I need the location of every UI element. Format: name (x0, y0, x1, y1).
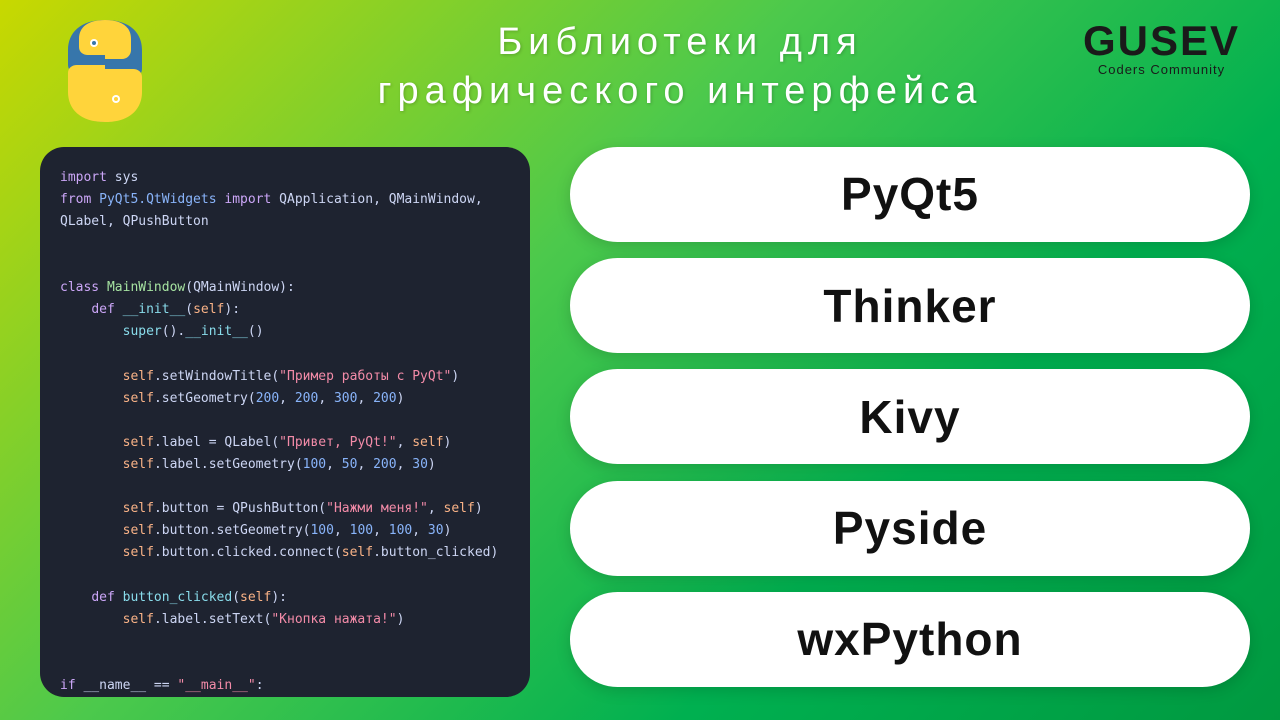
header: Библиотеки для графического интерфейса G… (0, 0, 1280, 127)
title-line1: Библиотеки для (497, 21, 862, 63)
library-pyside-label: Pyside (833, 501, 987, 555)
python-logo (50, 15, 160, 125)
libraries-panel: PyQt5 Thinker Kivy Pyside wxPython (570, 137, 1250, 697)
brand-subtitle: Coders Community (1083, 62, 1240, 77)
brand-logo: GUSEV Coders Community (1083, 20, 1240, 77)
library-kivy[interactable]: Kivy (570, 369, 1250, 464)
main-content: import sys from PyQt5.QtWidgets import Q… (0, 127, 1280, 707)
library-thinker-label: Thinker (823, 279, 996, 333)
code-block: import sys from PyQt5.QtWidgets import Q… (60, 167, 510, 697)
library-pyside[interactable]: Pyside (570, 481, 1250, 576)
library-kivy-label: Kivy (859, 390, 960, 444)
library-thinker[interactable]: Thinker (570, 258, 1250, 353)
library-wxpython-label: wxPython (797, 612, 1022, 666)
code-panel: import sys from PyQt5.QtWidgets import Q… (40, 147, 530, 697)
brand-name: GUSEV (1083, 20, 1240, 62)
library-pyqt5[interactable]: PyQt5 (570, 147, 1250, 242)
library-wxpython[interactable]: wxPython (570, 592, 1250, 687)
title-line2: графического интерфейса (378, 70, 983, 112)
library-pyqt5-label: PyQt5 (841, 167, 979, 221)
header-title: Библиотеки для графического интерфейса (40, 18, 1240, 117)
